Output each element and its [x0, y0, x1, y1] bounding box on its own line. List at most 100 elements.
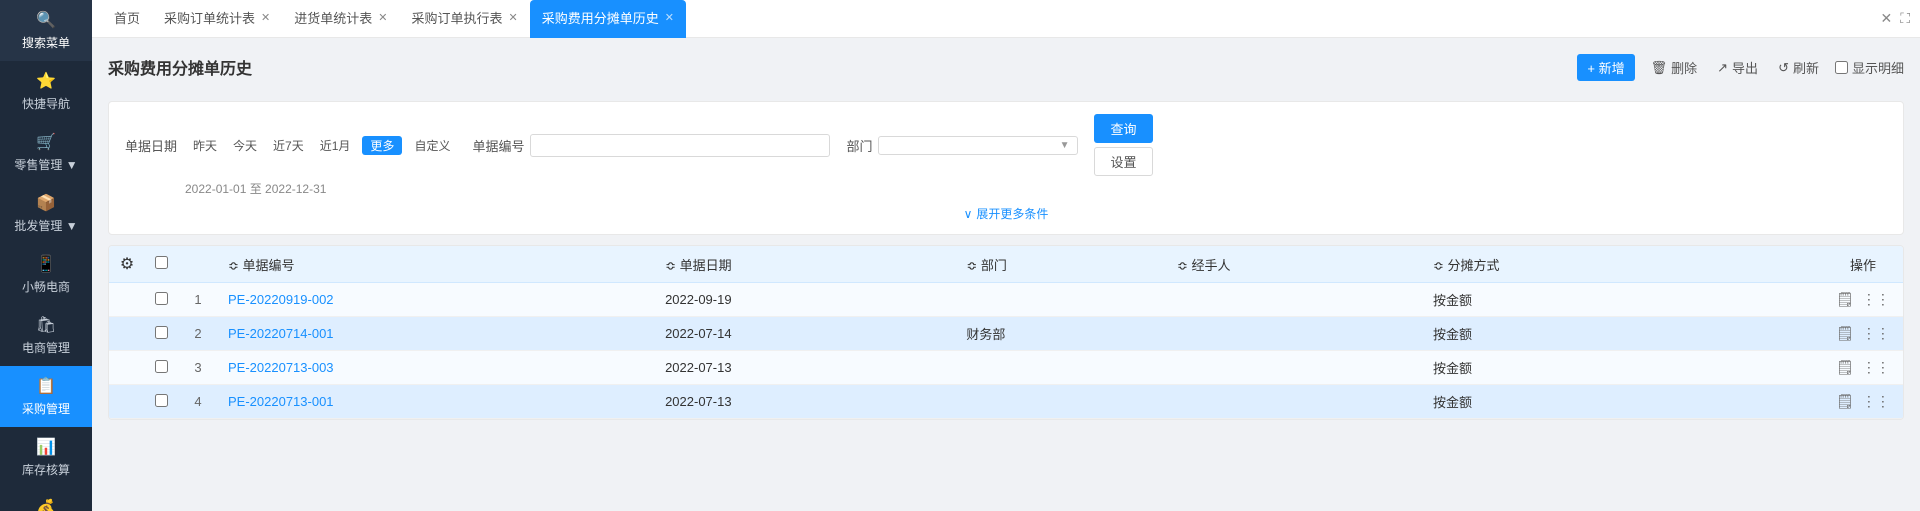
view-action-icon-2[interactable]: 🗒	[1836, 359, 1854, 376]
tab-label-purchase-order-exec: 采购订单执行表	[411, 8, 502, 27]
col-header-num	[178, 246, 218, 283]
tab-purchase-cost-hist[interactable]: 采购费用分摊单历史✕	[530, 0, 686, 38]
date-quick-btn-近7天[interactable]: 近7天	[267, 136, 310, 155]
row-number-cell: 2	[178, 317, 218, 351]
col-header-dept[interactable]: ≎ 部门	[956, 246, 1167, 283]
close-window-icon[interactable]: ✕	[1880, 10, 1892, 27]
sidebar-label-purchase: 采购管理	[4, 400, 88, 417]
more-action-icon-0[interactable]: ⋮⋮	[1862, 291, 1890, 308]
row-checkbox-3[interactable]	[155, 394, 168, 407]
export-button[interactable]: ↗ 导出	[1713, 56, 1762, 79]
dept-select[interactable]: ▼	[878, 136, 1078, 155]
col-header-doc_no[interactable]: ≎ 单据编号	[218, 246, 655, 283]
sidebar-item-ecommerce[interactable]: 🛍电商管理	[0, 305, 92, 366]
row-checkbox-cell	[145, 385, 178, 419]
more-dates-button[interactable]: 更多	[362, 136, 402, 155]
sidebar-icon-search: 🔍	[36, 12, 56, 29]
add-button[interactable]: + 新增	[1577, 54, 1634, 81]
tab-close-purchase-order-stat[interactable]: ✕	[261, 11, 270, 24]
row-actions-cell: 🗒 ⋮⋮	[1823, 385, 1903, 419]
sidebar-label-shortcut: 快捷导航	[4, 95, 88, 112]
col-header-actions: 操作	[1823, 246, 1903, 283]
row-actions-cell: 🗒 ⋮⋮	[1823, 317, 1903, 351]
row-settings-cell	[109, 283, 145, 317]
content-area: 采购费用分摊单历史 + 新增 🗑 删除 ↗ 导出 ↺ 刷新 显示明细	[92, 38, 1920, 511]
row-alloc-method-cell: 按金额	[1423, 385, 1823, 419]
doc-no-link-2[interactable]: PE-20220713-003	[228, 360, 334, 375]
row-checkbox-1[interactable]	[155, 326, 168, 339]
table-row: 3PE-20220713-0032022-07-13按金额 🗒 ⋮⋮	[109, 351, 1903, 385]
sidebar-label-wholesale: 批发管理 ▼	[4, 217, 88, 234]
tab-goods-in-stat[interactable]: 进货单统计表✕	[282, 0, 399, 38]
sidebar-item-search[interactable]: 🔍搜索菜单	[0, 0, 92, 61]
row-date-cell: 2022-07-13	[655, 351, 956, 385]
query-settings-wrap: 查询 设置	[1094, 114, 1152, 176]
table-row: 4PE-20220713-0012022-07-13按金额 🗒 ⋮⋮	[109, 385, 1903, 419]
show-cols-checkbox[interactable]	[1835, 61, 1848, 74]
refresh-icon: ↺	[1778, 60, 1789, 76]
tab-purchase-order-exec[interactable]: 采购订单执行表 ✕	[399, 0, 529, 38]
expand-window-icon[interactable]: ⛶	[1900, 10, 1910, 27]
doc-no-input[interactable]	[530, 134, 830, 157]
sidebar-icon-shortcut: ⭐	[36, 73, 56, 90]
dept-filter-group: 部门 ▼	[846, 136, 1078, 155]
view-action-icon-1[interactable]: 🗒	[1836, 325, 1854, 342]
col-header-handler[interactable]: ≎ 经手人	[1167, 246, 1423, 283]
col-label-dept: ≎ 部门	[966, 258, 1007, 273]
tab-close-purchase-order-exec[interactable]: ✕	[509, 11, 518, 24]
dept-label: 部门	[846, 136, 872, 155]
refresh-button[interactable]: ↺ 刷新	[1774, 56, 1823, 79]
more-action-icon-3[interactable]: ⋮⋮	[1862, 393, 1890, 410]
doc-no-link-3[interactable]: PE-20220713-001	[228, 394, 334, 409]
tab-home[interactable]: 首页	[102, 0, 152, 38]
filter-settings-button[interactable]: 设置	[1094, 147, 1152, 176]
table-row: 2PE-20220714-0012022-07-14财务部按金额 🗒 ⋮⋮	[109, 317, 1903, 351]
row-checkbox-cell	[145, 317, 178, 351]
date-quick-btn-今天[interactable]: 今天	[227, 136, 263, 155]
date-range-text: 2022-01-01 至 2022-12-31	[185, 182, 326, 196]
doc-no-filter-group: 单据编号	[472, 134, 830, 157]
expand-more-button[interactable]: ∨ 展开更多条件	[964, 205, 1049, 222]
settings-gear-icon[interactable]: ⚙	[120, 256, 134, 273]
col-header-doc_date[interactable]: ≎ 单据日期	[655, 246, 956, 283]
date-filter-label: 单据日期	[125, 136, 177, 155]
show-cols-wrap: 显示明细	[1835, 58, 1904, 77]
table-row: 1PE-20220919-0022022-09-19按金额 🗒 ⋮⋮	[109, 283, 1903, 317]
sidebar-item-shortcut[interactable]: ⭐ 快捷导航	[0, 61, 92, 122]
row-doc-no-cell: PE-20220919-002	[218, 283, 655, 317]
col-header-alloc_method[interactable]: ≎ 分摊方式	[1423, 246, 1823, 283]
row-date-cell: 2022-07-14	[655, 317, 956, 351]
query-button[interactable]: 查询	[1094, 114, 1152, 143]
sidebar-item-mobile[interactable]: 📱小畅电商	[0, 244, 92, 305]
custom-date-button[interactable]: 自定义	[408, 136, 456, 155]
page-title: 采购费用分摊单历史	[108, 55, 252, 79]
more-action-icon-2[interactable]: ⋮⋮	[1862, 359, 1890, 376]
view-action-icon-0[interactable]: 🗒	[1836, 291, 1854, 308]
row-date-cell: 2022-07-13	[655, 385, 956, 419]
sidebar-item-wholesale[interactable]: 📦批发管理 ▼	[0, 183, 92, 244]
tab-close-goods-in-stat[interactable]: ✕	[378, 11, 387, 24]
date-quick-btn-近1月[interactable]: 近1月	[314, 136, 357, 155]
sidebar-item-inventory[interactable]: 📊库存核算	[0, 427, 92, 488]
tab-close-purchase-cost-hist[interactable]: ✕	[665, 11, 674, 24]
row-checkbox-0[interactable]	[155, 292, 168, 305]
doc-no-link-0[interactable]: PE-20220919-002	[228, 292, 334, 307]
tab-bar-right: ✕ ⛶	[1880, 10, 1910, 27]
row-dept-cell	[956, 385, 1167, 419]
row-actions-cell: 🗒 ⋮⋮	[1823, 283, 1903, 317]
sidebar-item-finance[interactable]: 💰资金管理	[0, 488, 92, 511]
doc-no-link-1[interactable]: PE-20220714-001	[228, 326, 334, 341]
more-action-icon-1[interactable]: ⋮⋮	[1862, 325, 1890, 342]
sidebar-label-inventory: 库存核算	[4, 461, 88, 478]
row-handler-cell	[1167, 351, 1423, 385]
sidebar-item-purchase[interactable]: 📋采购管理	[0, 366, 92, 427]
sidebar-item-retail[interactable]: 🛒零售管理 ▼	[0, 122, 92, 183]
table-head: ⚙ ≎ 单据编号≎ 单据日期 ≎ 部门 ≎ 经手人≎ 分摊方式操作	[109, 246, 1903, 283]
view-action-icon-3[interactable]: 🗒	[1836, 393, 1854, 410]
delete-button[interactable]: 🗑 删除	[1647, 56, 1702, 79]
date-quick-btn-昨天[interactable]: 昨天	[187, 136, 223, 155]
row-settings-cell	[109, 317, 145, 351]
select-all-checkbox[interactable]	[155, 256, 168, 269]
tab-purchase-order-stat[interactable]: 采购订单统计表✕	[152, 0, 282, 38]
row-checkbox-2[interactable]	[155, 360, 168, 373]
